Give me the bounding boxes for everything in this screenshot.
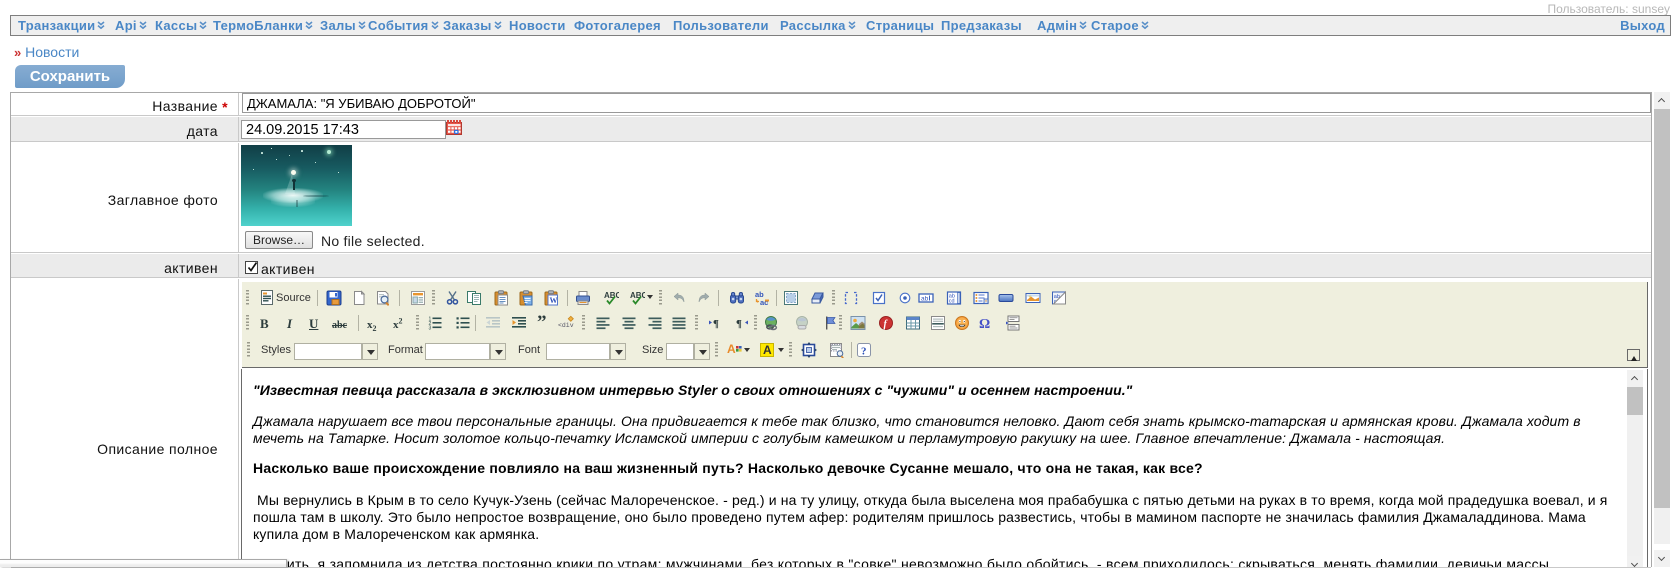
svg-text:cd: cd <box>949 299 955 305</box>
svg-text:A: A <box>727 342 736 356</box>
svg-text:A: A <box>763 343 772 357</box>
svg-text:<div>: <div> <box>558 322 574 329</box>
svg-text:W: W <box>550 296 558 305</box>
svg-text:ABC: ABC <box>604 291 619 300</box>
svg-text:ABC: ABC <box>630 291 645 300</box>
svg-text:?: ? <box>861 346 867 358</box>
svg-text:¶: ¶ <box>713 318 719 330</box>
svg-text:3: 3 <box>429 326 432 332</box>
svg-text:ab: ab <box>921 296 929 303</box>
svg-text:ac: ac <box>760 298 768 306</box>
svg-text:¶: ¶ <box>736 318 742 330</box>
